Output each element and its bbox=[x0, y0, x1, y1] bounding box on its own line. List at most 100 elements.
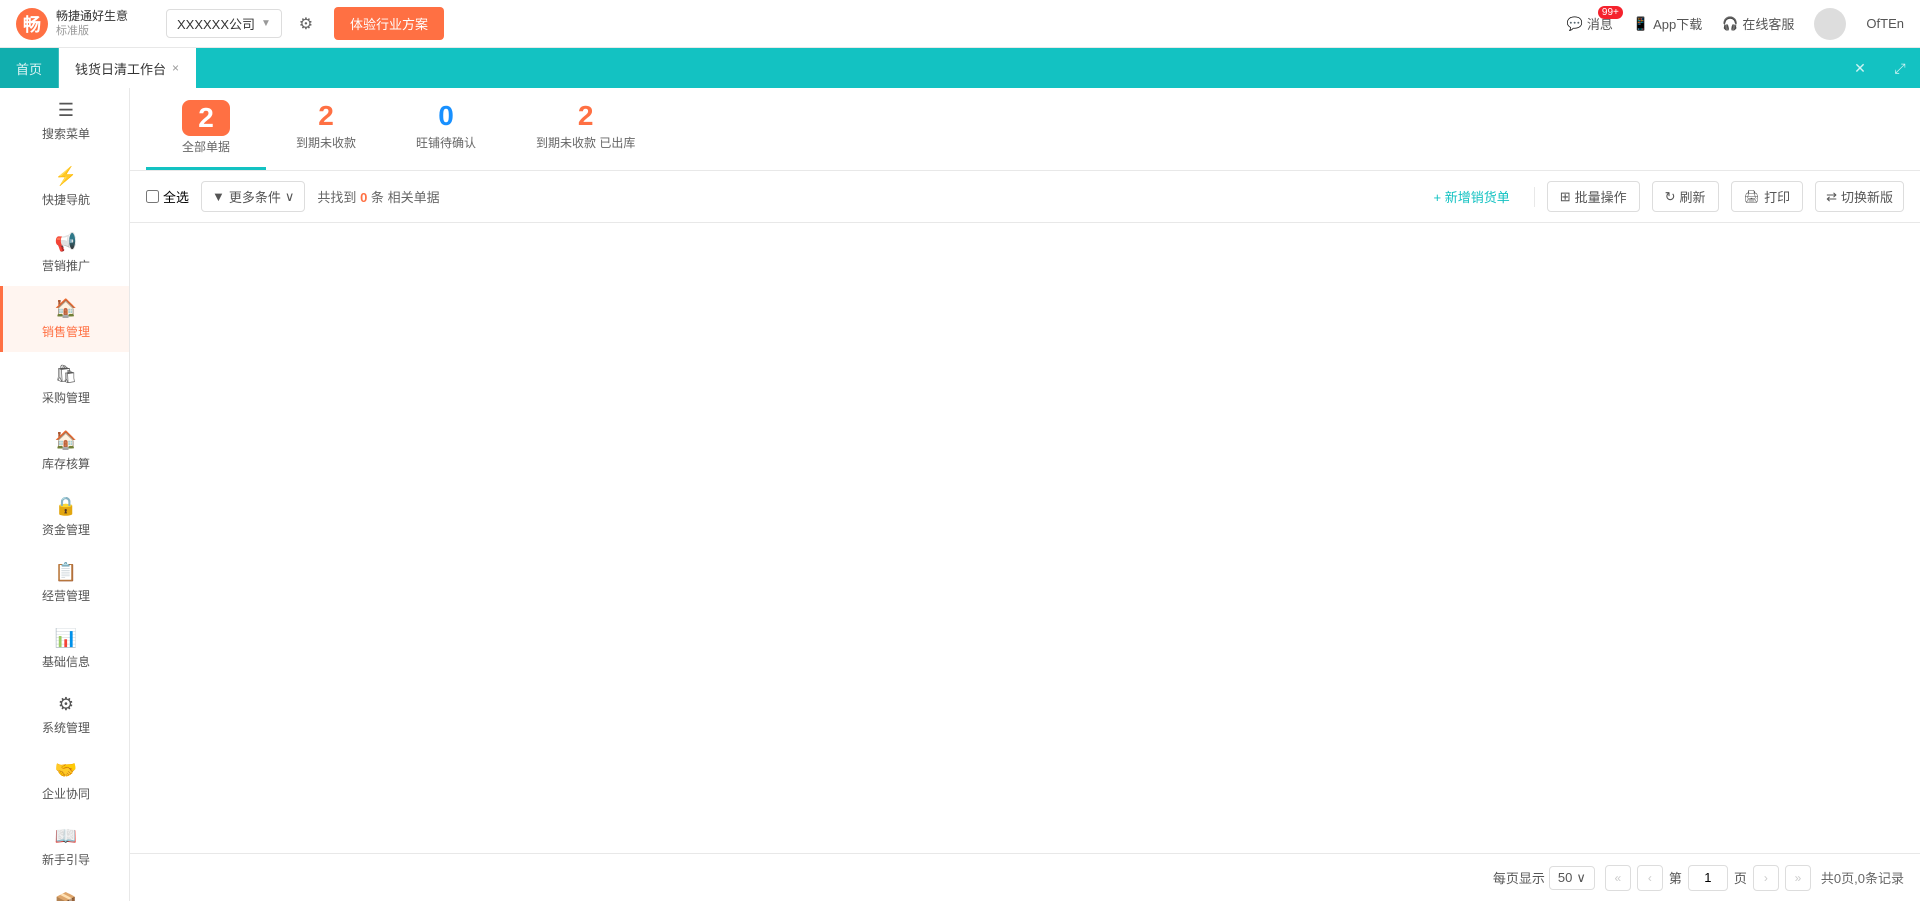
page-size-selector: 每页显示 50 ∨ bbox=[1493, 866, 1595, 890]
sidebar-item-label: 系统管理 bbox=[42, 719, 90, 736]
print-button[interactable]: 🖨 打印 bbox=[1731, 181, 1804, 212]
refresh-button[interactable]: ↻ 刷新 bbox=[1652, 181, 1719, 212]
sidebar-item-search[interactable]: ☰ 搜索菜单 bbox=[0, 88, 129, 154]
select-all-checkbox[interactable]: 全选 bbox=[146, 187, 189, 206]
sidebar-item-marketing[interactable]: 📢 营销推广 bbox=[0, 220, 129, 286]
company-selector[interactable]: XXXXXX公司 ▼ bbox=[166, 9, 282, 38]
sidebar-item-sales[interactable]: 🏠 销售管理 bbox=[0, 286, 129, 352]
try-industry-button[interactable]: 体验行业方案 bbox=[334, 7, 444, 40]
stat-label-overdue-out: 到期未收款 已出库 bbox=[536, 134, 635, 151]
batch-action-button[interactable]: ⊞ 批量操作 bbox=[1547, 181, 1640, 212]
tab-work[interactable]: 钱货日清工作台 × bbox=[59, 48, 196, 88]
sidebar-item-label: 基础信息 bbox=[42, 653, 90, 670]
phone-icon: 📱 bbox=[1633, 16, 1649, 32]
settings-icon-btn[interactable]: ⚙ bbox=[290, 8, 322, 40]
header-right: 💬 消息 99+ 📱 App下载 🎧 在线客服 OfTEn bbox=[1567, 8, 1904, 40]
sidebar-item-label: 营销推广 bbox=[42, 257, 90, 274]
inventory-icon: 🏠 bbox=[55, 430, 77, 451]
sidebar-item-operation[interactable]: 📋 经营管理 bbox=[0, 550, 129, 616]
batch-icon: ⊞ bbox=[1560, 189, 1571, 205]
sidebar-item-label: 销售管理 bbox=[42, 323, 90, 340]
online-service-label: 在线客服 bbox=[1742, 14, 1794, 33]
system-icon: ⚙ bbox=[58, 694, 74, 715]
stat-tab-pending[interactable]: 0 旺铺待确认 bbox=[386, 88, 506, 170]
table-area bbox=[130, 223, 1920, 853]
print-label: 打印 bbox=[1764, 187, 1790, 206]
sidebar-item-label: 快捷导航 bbox=[42, 191, 90, 208]
stats-tabs: 2 全部单据 2 到期未收款 0 旺铺待确认 2 到期未收款 已出库 bbox=[130, 88, 1920, 171]
headset-icon: 🎧 bbox=[1722, 16, 1738, 32]
main-content: 2 全部单据 2 到期未收款 0 旺铺待确认 2 到期未收款 已出库 全选 bbox=[130, 88, 1920, 901]
sidebar-item-enterprise[interactable]: 🤝 企业协同 bbox=[0, 748, 129, 814]
logo-area: 畅 畅捷通好生意 标准版 bbox=[16, 8, 146, 40]
message-icon: 💬 bbox=[1567, 16, 1583, 32]
sidebar-item-quick-nav[interactable]: ⚡ 快捷导航 bbox=[0, 154, 129, 220]
divider bbox=[1534, 187, 1535, 207]
switch-new-version-button[interactable]: ⇄ 切换新版 bbox=[1815, 181, 1904, 212]
sidebar-item-purchase[interactable]: 🛍 采购管理 bbox=[0, 352, 129, 418]
sidebar-item-guide[interactable]: 📖 新手引导 bbox=[0, 814, 129, 880]
tab-spacer bbox=[196, 48, 1840, 88]
stat-num-overdue: 2 bbox=[318, 100, 334, 132]
sidebar-item-system[interactable]: ⚙ 系统管理 bbox=[0, 682, 129, 748]
window-controls: ✕ ⤢ bbox=[1840, 48, 1920, 88]
window-maximize-button[interactable]: ⤢ bbox=[1880, 48, 1920, 88]
sidebar-item-label: 资金管理 bbox=[42, 521, 90, 538]
result-prefix: 共找到 bbox=[317, 190, 356, 205]
sidebar-item-finance[interactable]: 🔒 资金管理 bbox=[0, 484, 129, 550]
tab-bar: 首页 钱货日清工作台 × ✕ ⤢ bbox=[0, 48, 1920, 88]
tab-home-label: 首页 bbox=[16, 59, 42, 78]
search-menu-icon: ☰ bbox=[58, 100, 74, 121]
toolbar: 全选 ▼ 更多条件 ∨ 共找到 0 条 相关单据 + 新增销货单 ⊞ 批量操作 bbox=[130, 171, 1920, 223]
marketing-icon: 📢 bbox=[55, 232, 77, 253]
basic-info-icon: 📊 bbox=[55, 628, 77, 649]
app-download-button[interactable]: 📱 App下载 bbox=[1633, 14, 1702, 33]
sidebar: ☰ 搜索菜单 ⚡ 快捷导航 📢 营销推广 🏠 销售管理 🛍 采购管理 🏠 库存核… bbox=[0, 88, 130, 901]
logo-line2: 标准版 bbox=[56, 24, 128, 38]
checkbox-input[interactable] bbox=[146, 190, 159, 203]
logo-icon: 畅 bbox=[16, 8, 48, 40]
first-page-button[interactable]: « bbox=[1605, 865, 1631, 891]
tab-home[interactable]: 首页 bbox=[0, 48, 59, 88]
online-service-button[interactable]: 🎧 在线客服 bbox=[1722, 14, 1794, 33]
top-header: 畅 畅捷通好生意 标准版 XXXXXX公司 ▼ ⚙ 体验行业方案 💬 消息 99… bbox=[0, 0, 1920, 48]
enterprise-icon: 🤝 bbox=[55, 760, 77, 781]
filter-icon: ▼ bbox=[212, 189, 225, 204]
sidebar-item-app-center[interactable]: 📦 应用中心 bbox=[0, 880, 129, 901]
filter-button[interactable]: ▼ 更多条件 ∨ bbox=[201, 181, 305, 212]
user-name[interactable]: OfTEn bbox=[1866, 16, 1904, 31]
filter-label: 更多条件 bbox=[229, 187, 281, 206]
sidebar-item-inventory[interactable]: 🏠 库存核算 bbox=[0, 418, 129, 484]
stat-label-overdue: 到期未收款 bbox=[296, 134, 356, 151]
page-size-label: 每页显示 bbox=[1493, 868, 1545, 887]
avatar[interactable] bbox=[1814, 8, 1846, 40]
company-name: XXXXXX公司 bbox=[177, 14, 255, 33]
message-button[interactable]: 💬 消息 99+ bbox=[1567, 14, 1613, 33]
batch-label: 批量操作 bbox=[1575, 187, 1627, 206]
page-size-dropdown[interactable]: 50 ∨ bbox=[1549, 866, 1595, 890]
next-page-button[interactable]: › bbox=[1753, 865, 1779, 891]
print-icon: 🖨 bbox=[1744, 189, 1761, 205]
guide-icon: 📖 bbox=[55, 826, 77, 847]
stat-num-pending: 0 bbox=[438, 100, 454, 132]
result-count: 0 bbox=[360, 190, 367, 205]
sidebar-item-basic-info[interactable]: 📊 基础信息 bbox=[0, 616, 129, 682]
add-sales-order-button[interactable]: + 新增销货单 bbox=[1421, 182, 1521, 211]
window-close-button[interactable]: ✕ bbox=[1840, 48, 1880, 88]
stat-tab-overdue-out[interactable]: 2 到期未收款 已出库 bbox=[506, 88, 665, 170]
stat-num-all: 2 bbox=[182, 100, 230, 136]
stat-tab-overdue[interactable]: 2 到期未收款 bbox=[266, 88, 386, 170]
app-center-icon: 📦 bbox=[55, 892, 77, 901]
quick-nav-icon: ⚡ bbox=[55, 166, 77, 187]
page-number-input[interactable] bbox=[1688, 865, 1728, 891]
sales-icon: 🏠 bbox=[55, 298, 77, 319]
tab-close-icon[interactable]: × bbox=[172, 61, 179, 75]
refresh-icon: ↻ bbox=[1665, 189, 1676, 205]
prev-page-button[interactable]: ‹ bbox=[1637, 865, 1663, 891]
sidebar-item-label: 企业协同 bbox=[42, 785, 90, 802]
select-all-label: 全选 bbox=[163, 187, 189, 206]
stat-tab-all[interactable]: 2 全部单据 bbox=[146, 88, 266, 170]
sidebar-item-label: 搜索菜单 bbox=[42, 125, 90, 142]
operation-icon: 📋 bbox=[55, 562, 77, 583]
last-page-button[interactable]: » bbox=[1785, 865, 1811, 891]
